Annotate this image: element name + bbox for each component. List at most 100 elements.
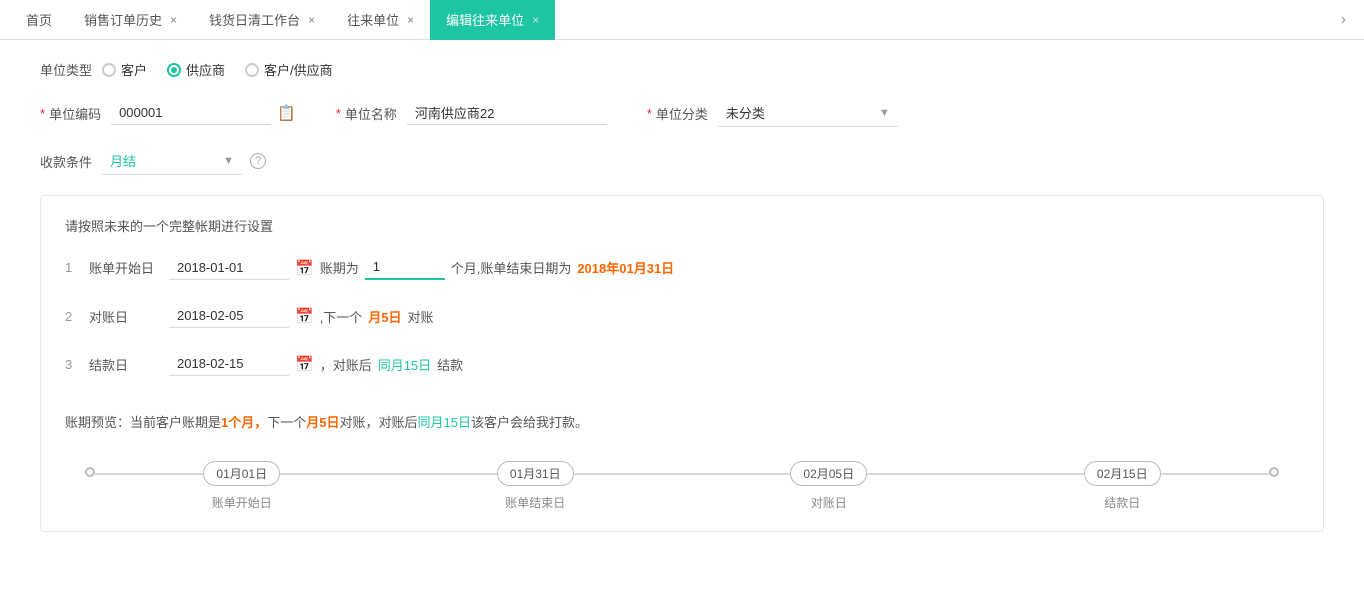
- tl-line-1b: [280, 473, 388, 475]
- preview-payment-suffix: 该客户会给我打款。: [471, 412, 588, 431]
- unit-category-value: 未分类: [726, 103, 871, 122]
- help-icon[interactable]: ?: [250, 153, 266, 169]
- close-cash-work-icon[interactable]: ×: [308, 13, 315, 27]
- setting-row-3: 3 结款日 📅 ，对账后 同月15日 结款: [65, 352, 1299, 376]
- unit-code-input[interactable]: [111, 101, 271, 125]
- tab-counterpart-label: 往来单位: [347, 10, 399, 29]
- setting-row-1: 1 账单开始日 📅 账期为 个月,账单结束日期为 2018年01月31日: [65, 255, 1299, 280]
- unit-category-arrow-icon: ▼: [879, 107, 890, 119]
- radio-both-label: 客户/供应商: [264, 60, 333, 79]
- row-2-num: 2: [65, 309, 89, 324]
- payment-date-calendar-icon[interactable]: 📅: [295, 355, 314, 373]
- radio-customer[interactable]: 客户: [102, 60, 147, 79]
- timeline-label-1: 账单开始日: [212, 494, 272, 511]
- timeline-segment-2: 01月31日 账单结束日: [389, 461, 683, 511]
- unit-type-row: 单位类型 客户 供应商 客户/供应商: [40, 60, 1324, 79]
- row-2-label: 对账日: [89, 307, 169, 326]
- tl-line-3: [682, 473, 790, 475]
- radio-customer-circle: [102, 63, 116, 77]
- tl-line-2b: [574, 473, 682, 475]
- main-content: 单位类型 客户 供应商 客户/供应商 * 单位编码 📋 * 单位名称: [0, 40, 1364, 608]
- settings-panel: 请按照未来的一个完整帐期进行设置 1 账单开始日 📅 账期为 个月,账单结束日期…: [40, 195, 1324, 532]
- tab-bar: 首页 销售订单历史 × 钱货日清工作台 × 往来单位 × 编辑往来单位 × ›: [0, 0, 1364, 40]
- timeline-label-3: 对账日: [811, 494, 847, 511]
- tab-home[interactable]: 首页: [10, 0, 68, 40]
- radio-both-circle: [245, 63, 259, 77]
- timeline-segment-1: 01月01日 账单开始日: [95, 461, 389, 511]
- radio-group: 客户 供应商 客户/供应商: [102, 60, 333, 79]
- timeline-label-4: 结款日: [1104, 494, 1140, 511]
- setting-row-2: 2 对账日 📅 ,下一个 月5日 对账: [65, 304, 1299, 328]
- payment-condition-label: 收款条件: [40, 152, 92, 171]
- reconcile-date-input[interactable]: [169, 304, 289, 328]
- timeline-node-3: 02月05日: [790, 461, 867, 486]
- timeline-end-circle: [1269, 467, 1279, 477]
- timeline-label-2: 账单结束日: [505, 494, 565, 511]
- start-date-input[interactable]: [169, 256, 289, 280]
- row-3-input: 📅 ，对账后 同月15日 结款: [169, 352, 469, 376]
- close-edit-counterpart-icon[interactable]: ×: [532, 13, 539, 27]
- tl-line-4b: [1161, 473, 1269, 475]
- tl-line-1: [95, 473, 203, 475]
- tab-edit-counterpart[interactable]: 编辑往来单位 ×: [430, 0, 555, 40]
- timeline-start-dot: [85, 467, 95, 477]
- close-counterpart-icon[interactable]: ×: [407, 13, 414, 27]
- unit-name-input[interactable]: [407, 101, 607, 125]
- tab-more-arrow[interactable]: ›: [1333, 11, 1354, 29]
- radio-both[interactable]: 客户/供应商: [245, 60, 333, 79]
- tab-cash-work-label: 钱货日清工作台: [209, 10, 300, 29]
- preview-reconcile-suffix: 对账，对账后: [340, 412, 418, 431]
- tl-line-3b: [867, 473, 975, 475]
- unit-fields-row: * 单位编码 📋 * 单位名称 * 单位分类 未分类 ▼: [40, 99, 1324, 127]
- row-2-input: 📅 ,下一个 月5日 对账: [169, 304, 440, 328]
- tab-counterpart[interactable]: 往来单位 ×: [331, 0, 430, 40]
- timeline-segment-4: 02月15日 结款日: [976, 461, 1270, 511]
- unit-code-star: *: [40, 106, 45, 121]
- preview-label: 账期预览：当前客户账期是: [65, 412, 221, 431]
- timeline-node-2: 01月31日: [497, 461, 574, 486]
- period-label: 账期为: [320, 258, 359, 277]
- unit-category-dropdown[interactable]: 未分类 ▼: [718, 99, 898, 127]
- timeline-container: 01月01日 账单开始日 01月31日 账单结束日: [65, 451, 1299, 511]
- tab-sales-history[interactable]: 销售订单历史 ×: [68, 0, 193, 40]
- payment-condition-row: 收款条件 月结 ▼ ?: [40, 147, 1324, 175]
- timeline-bubble-1: 01月01日: [203, 461, 280, 486]
- preview-period: 1个月，: [221, 412, 267, 431]
- unit-name-label: 单位名称: [345, 104, 397, 123]
- tab-cash-work[interactable]: 钱货日清工作台 ×: [193, 0, 331, 40]
- unit-name-group: * 单位名称: [336, 101, 607, 125]
- payment-date-input[interactable]: [169, 352, 289, 376]
- tab-home-label: 首页: [26, 10, 52, 29]
- radio-customer-label: 客户: [121, 60, 147, 79]
- unit-code-icon[interactable]: 📋: [277, 104, 296, 122]
- row-1-input: 📅 账期为 个月,账单结束日期为 2018年01月31日: [169, 255, 674, 280]
- close-sales-history-icon[interactable]: ×: [170, 13, 177, 27]
- unit-code-group: * 单位编码 📋: [40, 101, 296, 125]
- unit-category-label: 单位分类: [656, 104, 708, 123]
- tab-edit-counterpart-label: 编辑往来单位: [446, 10, 524, 29]
- start-date-calendar-icon[interactable]: 📅: [295, 259, 314, 277]
- payment-suffix: 结款: [437, 355, 463, 374]
- timeline-start-circle: [85, 467, 95, 477]
- unit-name-star: *: [336, 106, 341, 121]
- panel-title: 请按照未来的一个完整帐期进行设置: [65, 216, 1299, 235]
- reconcile-date-calendar-icon[interactable]: 📅: [295, 307, 314, 325]
- payment-condition-dropdown[interactable]: 月结 ▼: [102, 147, 242, 175]
- payment-highlight: 同月15日: [378, 355, 431, 374]
- period-end-date: 2018年01月31日: [577, 258, 674, 277]
- row-1-num: 1: [65, 260, 89, 275]
- unit-category-star: *: [647, 106, 652, 121]
- timeline-node-1: 01月01日: [203, 461, 280, 486]
- preview-payment-highlight: 同月15日: [418, 412, 471, 431]
- period-months-input[interactable]: [365, 255, 445, 280]
- timeline-node-4: 02月15日: [1084, 461, 1161, 486]
- payment-condition-arrow-icon: ▼: [223, 155, 234, 167]
- preview-row: 账期预览：当前客户账期是 1个月， 下一个 月5日 对账，对账后 同月15日 该…: [65, 400, 1299, 451]
- tl-line-4: [976, 473, 1084, 475]
- radio-supplier-label: 供应商: [186, 60, 225, 79]
- radio-supplier[interactable]: 供应商: [167, 60, 225, 79]
- reconcile-highlight: 月5日: [368, 307, 401, 326]
- timeline-segment-3: 02月05日 对账日: [682, 461, 976, 511]
- payment-condition-value: 月结: [110, 151, 215, 170]
- row-1-label: 账单开始日: [89, 258, 169, 277]
